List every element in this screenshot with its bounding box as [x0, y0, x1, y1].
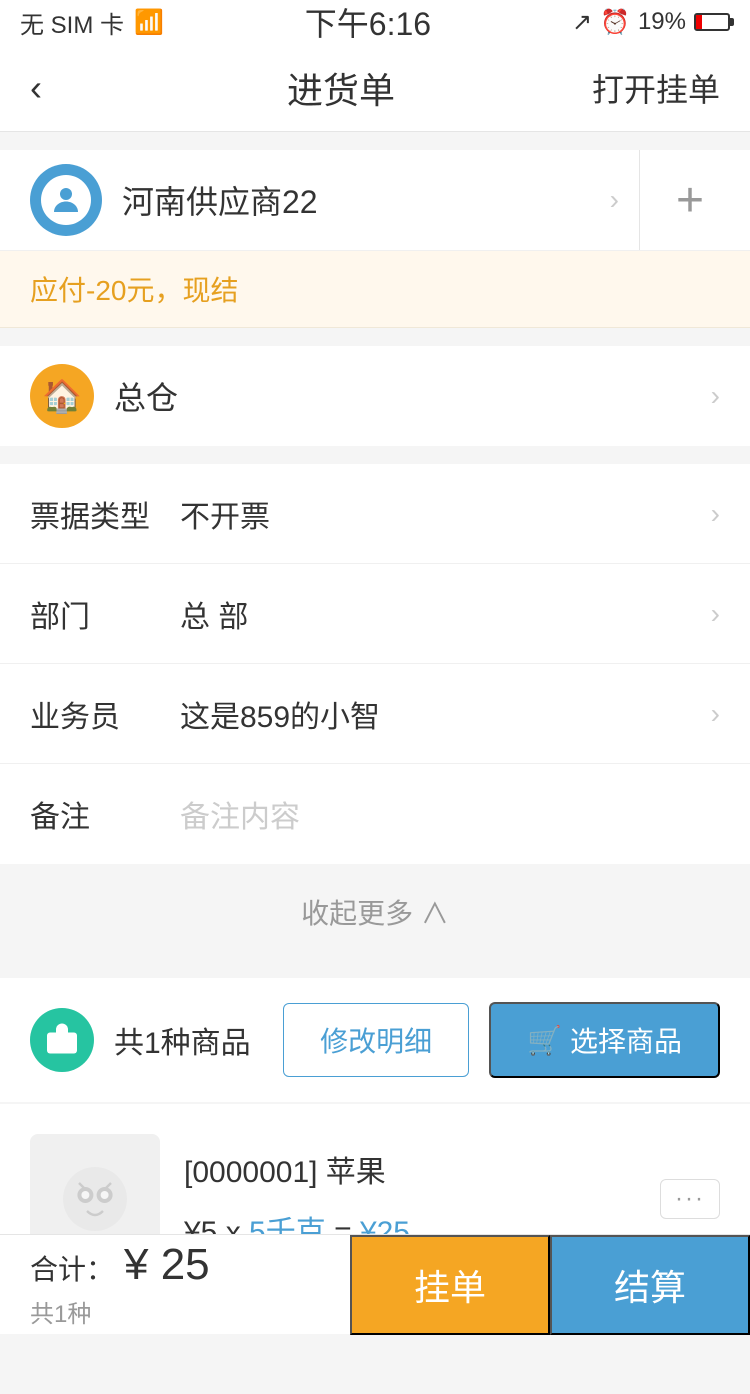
form-section: 票据类型 不开票 › 部门 总 部 › 业务员 这是859的小智 › 备注 备注… — [0, 464, 750, 864]
status-bar: 无 SIM 卡 📶 下午6:16 ↗ ⏰ 19% — [0, 0, 750, 44]
page-title: 进货单 — [287, 62, 395, 114]
warehouse-section[interactable]: 🏠 总仓 › — [0, 346, 750, 446]
checkout-button[interactable]: 结算 — [550, 1235, 750, 1335]
total-section: 合计： ¥ 25 共1种 — [0, 1240, 350, 1329]
warehouse-chevron-icon: › — [711, 380, 720, 412]
supplier-row[interactable]: 河南供应商22 › — [30, 150, 640, 250]
sales-chevron-icon: › — [711, 698, 720, 730]
nav-bar: ‹ 进货单 打开挂单 — [0, 44, 750, 132]
remark-row[interactable]: 备注 备注内容 — [0, 764, 750, 864]
dept-row[interactable]: 部门 总 部 › — [0, 564, 750, 664]
location-icon: ↗ — [572, 8, 592, 37]
products-icon — [30, 1008, 94, 1072]
battery-label: 19% — [638, 8, 686, 36]
wifi-icon: 📶 — [134, 8, 164, 37]
user-icon — [41, 175, 91, 225]
payment-hint: 应付-20元，现结 — [0, 251, 750, 328]
avatar — [30, 164, 102, 236]
invoice-label: 票据类型 — [30, 492, 160, 536]
open-pending-button[interactable]: 打开挂单 — [592, 65, 720, 111]
products-header: 共1种商品 修改明细 🛒 选择商品 — [0, 978, 750, 1102]
select-product-label: 选择商品 — [570, 1020, 682, 1060]
cart-icon: 🛒 — [527, 1024, 562, 1057]
product-name: [0000001] 苹果 — [184, 1147, 660, 1191]
chevron-icon: › — [610, 184, 619, 216]
dept-value: 总 部 — [160, 592, 701, 636]
select-product-button[interactable]: 🛒 选择商品 — [489, 1002, 720, 1078]
add-supplier-button[interactable]: + — [660, 170, 720, 230]
gap-2 — [0, 328, 750, 346]
invoice-chevron-icon: › — [711, 498, 720, 530]
dept-chevron-icon: › — [711, 598, 720, 630]
supplier-name: 河南供应商22 — [122, 177, 600, 223]
remark-input[interactable]: 备注内容 — [160, 792, 720, 836]
product-more-button[interactable]: ··· — [660, 1179, 720, 1219]
status-time: 下午6:16 — [305, 0, 431, 45]
remark-label: 备注 — [30, 792, 160, 836]
back-button[interactable]: ‹ — [30, 67, 90, 109]
warehouse-icon: 🏠 — [30, 364, 94, 428]
dept-label: 部门 — [30, 592, 160, 636]
sales-row[interactable]: 业务员 这是859的小智 › — [0, 664, 750, 764]
total-sub: 共1种 — [30, 1294, 320, 1329]
gap-1 — [0, 132, 750, 150]
total-amount: ¥ 25 — [124, 1240, 210, 1290]
invoice-row[interactable]: 票据类型 不开票 › — [0, 464, 750, 564]
products-count: 共1种商品 — [114, 1018, 263, 1062]
status-right: ↗ ⏰ 19% — [572, 8, 730, 37]
sales-value: 这是859的小智 — [160, 692, 701, 736]
invoice-value: 不开票 — [160, 492, 701, 536]
sales-label: 业务员 — [30, 692, 160, 736]
supplier-section: 河南供应商22 › + — [0, 150, 750, 251]
pending-button[interactable]: 挂单 — [350, 1235, 550, 1335]
bottom-bar: 合计： ¥ 25 共1种 挂单 结算 — [0, 1234, 750, 1334]
total-main: 合计： ¥ 25 — [30, 1240, 320, 1290]
collapse-row[interactable]: 收起更多 ∧ — [0, 864, 750, 960]
status-left: 无 SIM 卡 📶 — [20, 5, 164, 40]
battery-icon — [694, 13, 730, 31]
alarm-icon: ⏰ — [600, 8, 630, 37]
sim-status: 无 SIM 卡 — [20, 5, 124, 40]
warehouse-name: 总仓 — [114, 373, 701, 419]
edit-detail-button[interactable]: 修改明细 — [283, 1003, 469, 1077]
total-label: 合计： — [30, 1248, 114, 1288]
